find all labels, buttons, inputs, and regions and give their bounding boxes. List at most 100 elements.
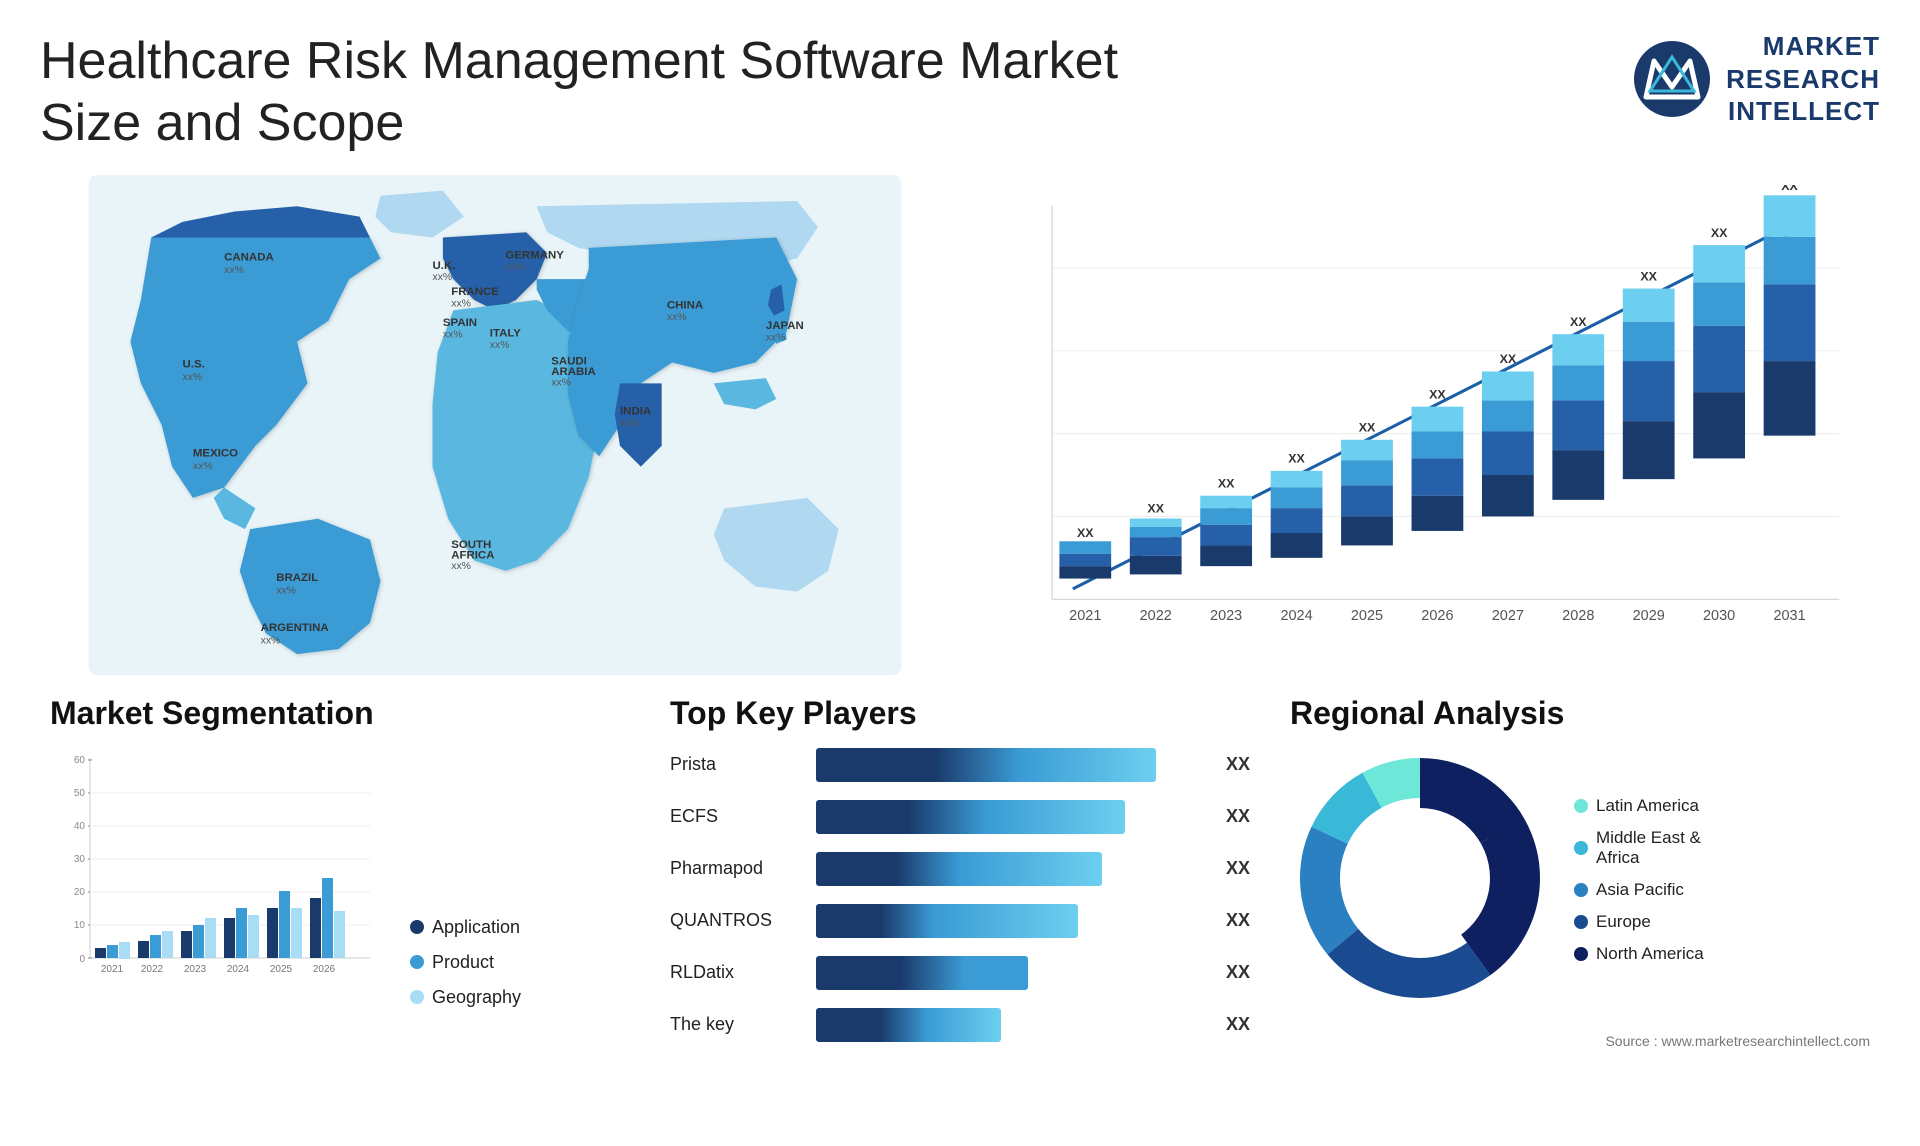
- svg-text:2022: 2022: [1140, 608, 1172, 624]
- svg-text:MEXICO: MEXICO: [193, 447, 238, 459]
- svg-text:FRANCE: FRANCE: [451, 286, 499, 298]
- svg-text:2024: 2024: [1280, 608, 1312, 624]
- svg-text:ARABIA: ARABIA: [551, 366, 595, 378]
- svg-text:xx%: xx%: [183, 372, 203, 383]
- player-val-thekey: XX: [1226, 1014, 1250, 1035]
- asia-pacific-dot: [1574, 883, 1588, 897]
- svg-text:xx%: xx%: [490, 340, 510, 351]
- middle-east-dot: [1574, 841, 1588, 855]
- middle-east-label: Middle East &Africa: [1596, 828, 1701, 868]
- page-wrapper: Healthcare Risk Management Software Mark…: [0, 0, 1920, 1146]
- players-title: Top Key Players: [670, 695, 1250, 732]
- svg-text:xx%: xx%: [261, 636, 281, 647]
- svg-text:xx%: xx%: [505, 262, 525, 273]
- svg-text:xx%: xx%: [433, 272, 453, 283]
- player-row-prista: Prista XX: [670, 748, 1250, 782]
- svg-text:GERMANY: GERMANY: [505, 249, 564, 261]
- svg-text:xx%: xx%: [451, 561, 471, 572]
- player-val-quantros: XX: [1226, 910, 1250, 931]
- application-label: Application: [432, 917, 520, 938]
- application-dot: [410, 920, 424, 934]
- product-label: Product: [432, 952, 494, 973]
- svg-text:2024: 2024: [227, 964, 250, 975]
- svg-text:CHINA: CHINA: [667, 299, 703, 311]
- legend-product: Product: [410, 952, 521, 973]
- svg-text:2027: 2027: [1492, 608, 1524, 624]
- svg-text:BRAZIL: BRAZIL: [276, 572, 318, 584]
- player-name-prista: Prista: [670, 754, 800, 775]
- seg-legend: Application Product Geography: [400, 917, 521, 1008]
- players-table: Prista XX ECFS XX Pharmapod: [670, 748, 1250, 1042]
- svg-text:2029: 2029: [1633, 608, 1665, 624]
- geography-label: Geography: [432, 987, 521, 1008]
- regional-title: Regional Analysis: [1290, 695, 1870, 732]
- donut-chart-svg: circle[stroke="#0f2060"], circle[stroke=…: [1290, 748, 1550, 1008]
- latin-america-label: Latin America: [1596, 796, 1699, 816]
- asia-pacific-label: Asia Pacific: [1596, 880, 1684, 900]
- svg-text:XX: XX: [1147, 501, 1164, 515]
- player-row-pharmapod: Pharmapod XX: [670, 852, 1250, 886]
- player-name-pharmapod: Pharmapod: [670, 858, 800, 879]
- svg-text:XX: XX: [1359, 420, 1376, 434]
- logo-line3: INTELLECT: [1726, 95, 1880, 128]
- svg-text:XX: XX: [1429, 387, 1446, 401]
- player-val-prista: XX: [1226, 754, 1250, 775]
- svg-text:XX: XX: [1218, 476, 1235, 490]
- svg-text:xx%: xx%: [620, 418, 640, 429]
- svg-text:20: 20: [74, 887, 86, 898]
- reg-legend-north-america: North America: [1574, 944, 1704, 964]
- legend-application: Application: [410, 917, 521, 938]
- svg-text:xx%: xx%: [451, 298, 471, 309]
- player-val-ecfs: XX: [1226, 806, 1250, 827]
- reg-legend-middle-east: Middle East &Africa: [1574, 828, 1704, 868]
- reg-legend-asia-pacific: Asia Pacific: [1574, 880, 1704, 900]
- svg-text:2022: 2022: [141, 964, 164, 975]
- regional-legend: Latin America Middle East &Africa Asia P…: [1574, 796, 1704, 964]
- svg-text:INDIA: INDIA: [620, 405, 651, 417]
- svg-text:2026: 2026: [1421, 608, 1453, 624]
- player-row-quantros: QUANTROS XX: [670, 904, 1250, 938]
- logo-area: MARKET RESEARCH INTELLECT: [1632, 30, 1880, 128]
- svg-text:2030: 2030: [1703, 608, 1735, 624]
- player-row-ecfs: ECFS XX: [670, 800, 1250, 834]
- svg-text:10: 10: [74, 920, 86, 931]
- svg-text:60: 60: [74, 755, 86, 766]
- svg-text:2021: 2021: [1069, 608, 1101, 624]
- europe-dot: [1574, 915, 1588, 929]
- player-row-thekey: The key XX: [670, 1008, 1250, 1042]
- svg-text:xx%: xx%: [276, 586, 296, 597]
- svg-text:XX: XX: [1500, 352, 1517, 366]
- player-val-rldatix: XX: [1226, 962, 1250, 983]
- logo-line2: RESEARCH: [1726, 63, 1880, 96]
- header: Healthcare Risk Management Software Mark…: [40, 30, 1880, 155]
- geography-dot: [410, 990, 424, 1004]
- svg-text:50: 50: [74, 788, 86, 799]
- logo-icon: [1632, 39, 1712, 119]
- player-bar-prista: [816, 748, 1202, 782]
- player-bar-quantros: [816, 904, 1202, 938]
- svg-text:xx%: xx%: [443, 329, 463, 340]
- regional-section: Regional Analysis: [1280, 685, 1880, 1070]
- logo-text: MARKET RESEARCH INTELLECT: [1726, 30, 1880, 128]
- svg-text:JAPAN: JAPAN: [766, 320, 804, 332]
- svg-text:AFRICA: AFRICA: [451, 549, 494, 561]
- north-america-dot: [1574, 947, 1588, 961]
- svg-text:40: 40: [74, 821, 86, 832]
- logo-line1: MARKET: [1726, 30, 1880, 63]
- player-name-thekey: The key: [670, 1014, 800, 1035]
- svg-text:xx%: xx%: [766, 332, 786, 343]
- bar-chart-section: XX 2021 XX 2022 XX 2023: [970, 175, 1880, 675]
- svg-text:XX: XX: [1570, 315, 1587, 329]
- bottom-grid: Market Segmentation 0 10 20 30: [40, 685, 1880, 1070]
- north-america-label: North America: [1596, 944, 1704, 964]
- svg-text:ARGENTINA: ARGENTINA: [261, 622, 329, 634]
- svg-text:XX: XX: [1077, 526, 1094, 540]
- donut-area: circle[stroke="#0f2060"], circle[stroke=…: [1290, 748, 1870, 1013]
- player-bar-rldatix: [816, 956, 1202, 990]
- svg-text:2025: 2025: [270, 964, 293, 975]
- svg-text:2026: 2026: [313, 964, 336, 975]
- product-dot: [410, 955, 424, 969]
- page-title: Healthcare Risk Management Software Mark…: [40, 30, 1140, 155]
- player-name-rldatix: RLDatix: [670, 962, 800, 983]
- world-map-svg: CANADA xx% U.S. xx% MEXICO xx% BRAZIL xx…: [40, 175, 950, 675]
